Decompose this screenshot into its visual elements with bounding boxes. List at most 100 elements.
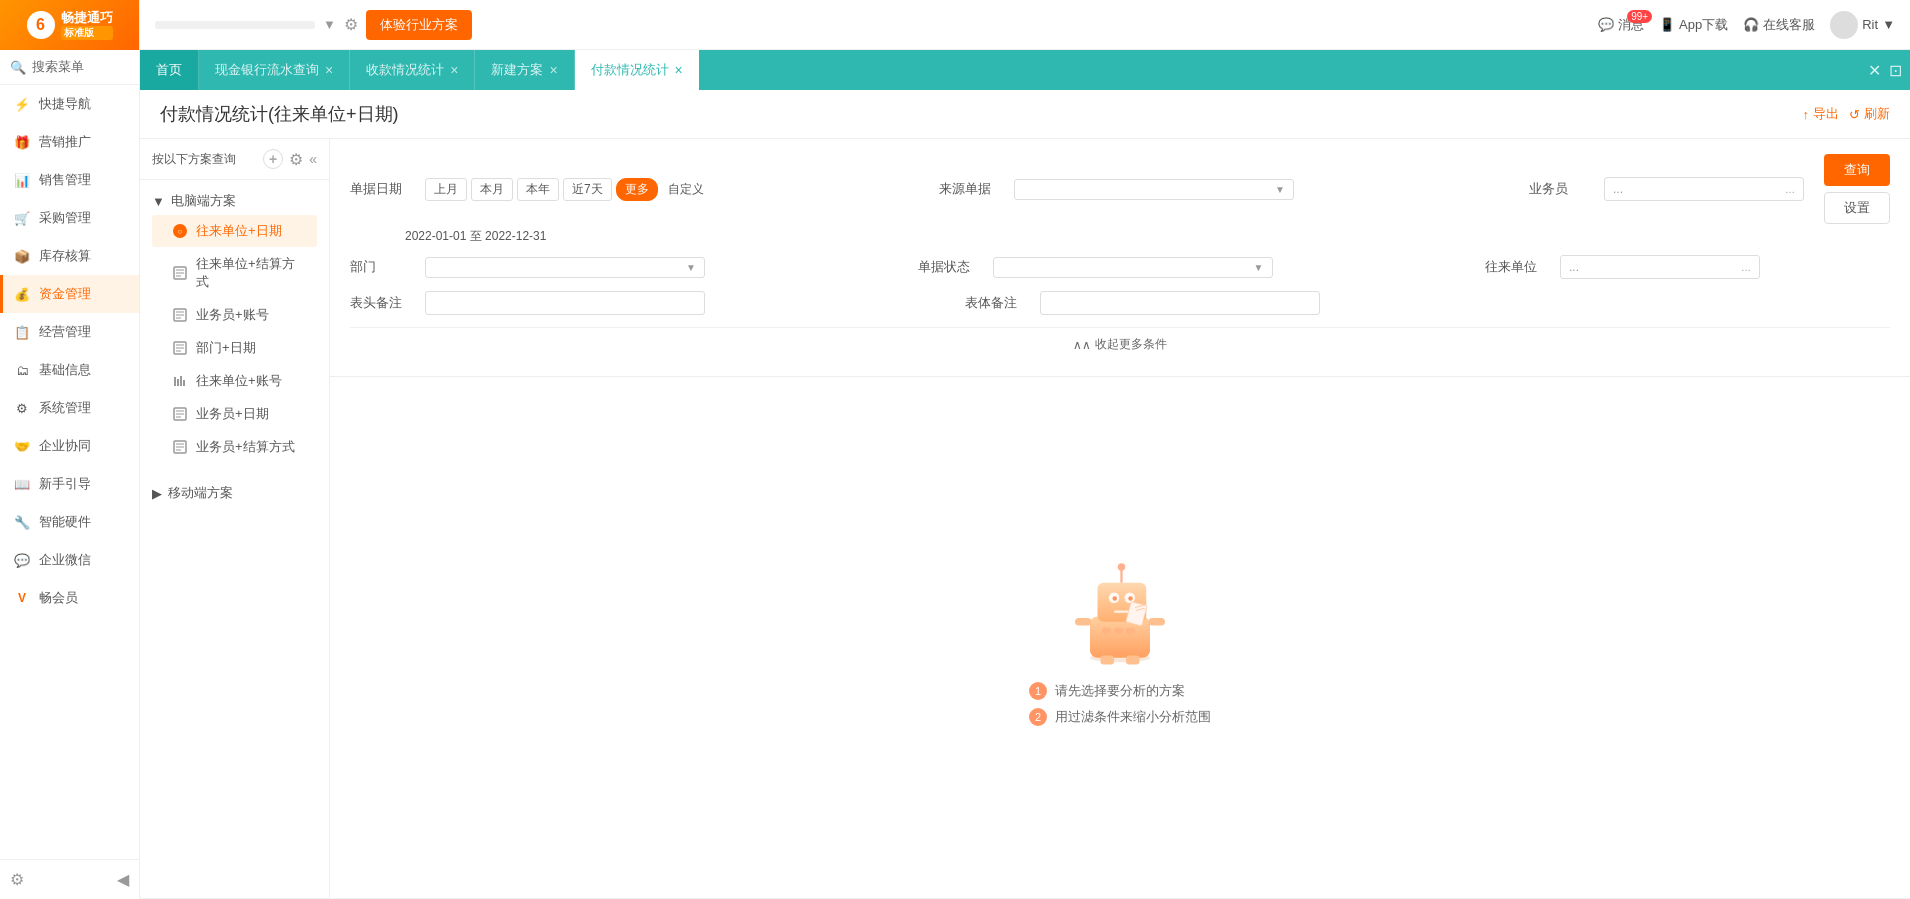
tab-new-scheme-close[interactable]: × [549, 63, 557, 77]
date-this-year-btn[interactable]: 本年 [517, 178, 559, 201]
date-label: 单据日期 [350, 180, 405, 198]
scheme-item-salesman-account[interactable]: 业务员+账号 [152, 299, 317, 331]
sidebar-item-marketing[interactable]: 🎁 营销推广 [0, 123, 139, 161]
date-this-month-btn[interactable]: 本月 [471, 178, 513, 201]
tab-payment-stats-close[interactable]: × [675, 63, 683, 77]
refresh-btn[interactable]: ↺ 刷新 [1849, 105, 1890, 123]
settings-btn[interactable]: 设置 [1824, 192, 1890, 224]
scheme-item-salesman-date[interactable]: 业务员+日期 [152, 398, 317, 430]
sidebar-item-finance[interactable]: 💰 资金管理 [0, 275, 139, 313]
scheme-item-unit-account-label: 往来单位+账号 [196, 372, 282, 390]
topbar-gear-icon[interactable]: ⚙ [344, 15, 358, 34]
svg-text:○: ○ [178, 227, 183, 236]
tab-receipt-stats-close[interactable]: × [450, 63, 458, 77]
user-menu[interactable]: Rit ▼ [1830, 11, 1895, 39]
tab-receipt-stats[interactable]: 收款情况统计 × [350, 50, 475, 90]
tab-home[interactable]: 首页 [140, 50, 199, 90]
refresh-label: 刷新 [1864, 105, 1890, 123]
trial-btn[interactable]: 体验行业方案 [366, 10, 472, 40]
salesman-select[interactable]: ... … [1604, 177, 1804, 201]
messages-btn[interactable]: 💬 消息 99+ [1598, 16, 1644, 34]
table-body-note-input[interactable] [1040, 291, 1320, 315]
tab-receipt-stats-label: 收款情况统计 [366, 61, 444, 79]
svg-rect-14 [174, 377, 176, 386]
sidebar-item-system[interactable]: ⚙ 系统管理 [0, 389, 139, 427]
date-custom-btn[interactable]: 自定义 [668, 181, 704, 198]
business-icon: 📋 [13, 323, 31, 341]
collapse-more-btn[interactable]: ∧∧ 收起更多条件 [350, 327, 1890, 361]
basic-info-label: 基础信息 [39, 361, 91, 379]
unit-select[interactable]: ... … [1560, 255, 1760, 279]
finance-label: 资金管理 [39, 285, 91, 303]
sidebar-item-quick-nav[interactable]: ⚡ 快捷导航 [0, 85, 139, 123]
scheme-add-icon[interactable]: + [263, 149, 283, 169]
tab-maximize-btn[interactable]: ⊡ [1889, 61, 1902, 80]
scheme-collapse-btn[interactable]: « [309, 151, 317, 167]
dept-select[interactable]: ▼ [425, 257, 705, 278]
tab-new-scheme[interactable]: 新建方案 × [475, 50, 574, 90]
wechat-icon: 💬 [13, 551, 31, 569]
company-selector[interactable] [155, 21, 315, 29]
source-select[interactable]: ▼ [1014, 179, 1294, 200]
sidebar-item-enterprise[interactable]: 🤝 企业协同 [0, 427, 139, 465]
query-btn[interactable]: 查询 [1824, 154, 1890, 186]
tab-bank-flow-close[interactable]: × [325, 63, 333, 77]
unit-select-arrow: … [1741, 262, 1751, 273]
sidebar-collapse-btn[interactable]: ◀ [117, 870, 129, 889]
sidebar-item-purchase[interactable]: 🛒 采购管理 [0, 199, 139, 237]
voucher-status-select[interactable]: ▼ [993, 257, 1273, 278]
user-dropdown-icon: ▼ [1882, 17, 1895, 32]
sidebar-item-member[interactable]: V 畅会员 [0, 579, 139, 617]
company-dropdown-icon[interactable]: ▼ [323, 17, 336, 32]
scheme-item-unit-date-icon: ○ [172, 223, 188, 239]
scheme-item-unit-date[interactable]: ○ 往来单位+日期 [152, 215, 317, 247]
app-download-btn[interactable]: 📱 App下载 [1659, 16, 1728, 34]
export-btn[interactable]: ↑ 导出 [1803, 105, 1840, 123]
tab-close-all-btn[interactable]: ✕ [1868, 61, 1881, 80]
desktop-section-label: 电脑端方案 [171, 192, 236, 210]
mobile-section-header[interactable]: ▶ 移动端方案 [152, 480, 317, 506]
scheme-item-dept-date-icon [172, 340, 188, 356]
sidebar-item-basic-info[interactable]: 🗂 基础信息 [0, 351, 139, 389]
inventory-icon: 📦 [13, 247, 31, 265]
sales-label: 销售管理 [39, 171, 91, 189]
unit-select-text: ... [1569, 260, 1741, 274]
sidebar-item-sales[interactable]: 📊 销售管理 [0, 161, 139, 199]
tab-bank-flow[interactable]: 现金银行流水查询 × [199, 50, 350, 90]
sales-icon: 📊 [13, 171, 31, 189]
desktop-section-header[interactable]: ▼ 电脑端方案 [152, 188, 317, 214]
date-last-7-btn[interactable]: 近7天 [563, 178, 612, 201]
business-label: 经营管理 [39, 323, 91, 341]
scheme-item-unit-settlement-label: 往来单位+结算方式 [196, 255, 307, 291]
sidebar-settings-btn[interactable]: ⚙ [10, 870, 24, 889]
member-icon: V [13, 589, 31, 607]
sidebar-item-business[interactable]: 📋 经营管理 [0, 313, 139, 351]
sidebar-item-inventory[interactable]: 📦 库存核算 [0, 237, 139, 275]
brand-name: 畅捷通巧 [61, 10, 113, 26]
sidebar-item-hardware[interactable]: 🔧 智能硬件 [0, 503, 139, 541]
sidebar-item-search[interactable]: 🔍 搜索菜单 [0, 50, 139, 85]
scheme-item-salesman-settlement[interactable]: 业务员+结算方式 [152, 431, 317, 463]
svg-rect-37 [1149, 618, 1166, 626]
inventory-label: 库存核算 [39, 247, 91, 265]
date-more-btn[interactable]: 更多 [616, 178, 658, 201]
scheme-item-unit-settlement[interactable]: 往来单位+结算方式 [152, 248, 317, 298]
scheme-item-dept-date[interactable]: 部门+日期 [152, 332, 317, 364]
date-last-month-btn[interactable]: 上月 [425, 178, 467, 201]
scheme-item-unit-account[interactable]: 往来单位+账号 [152, 365, 317, 397]
purchase-icon: 🛒 [13, 209, 31, 227]
online-service-label: 在线客服 [1763, 16, 1815, 34]
empty-robot-illustration [1060, 549, 1180, 672]
table-header-note-input[interactable] [425, 291, 705, 315]
scheme-settings-icon[interactable]: ⚙ [289, 150, 303, 169]
tab-payment-stats[interactable]: 付款情况统计 × [575, 50, 699, 90]
sidebar-item-wechat[interactable]: 💬 企业微信 [0, 541, 139, 579]
filter-btn-group: 查询 设置 [1824, 154, 1890, 224]
online-service-btn[interactable]: 🎧 在线客服 [1743, 16, 1815, 34]
sidebar-item-guide[interactable]: 📖 新手引导 [0, 465, 139, 503]
brand-logo: 6 [27, 11, 55, 39]
hardware-icon: 🔧 [13, 513, 31, 531]
app-icon: 📱 [1659, 17, 1675, 32]
quick-nav-icon: ⚡ [13, 95, 31, 113]
wechat-label: 企业微信 [39, 551, 91, 569]
